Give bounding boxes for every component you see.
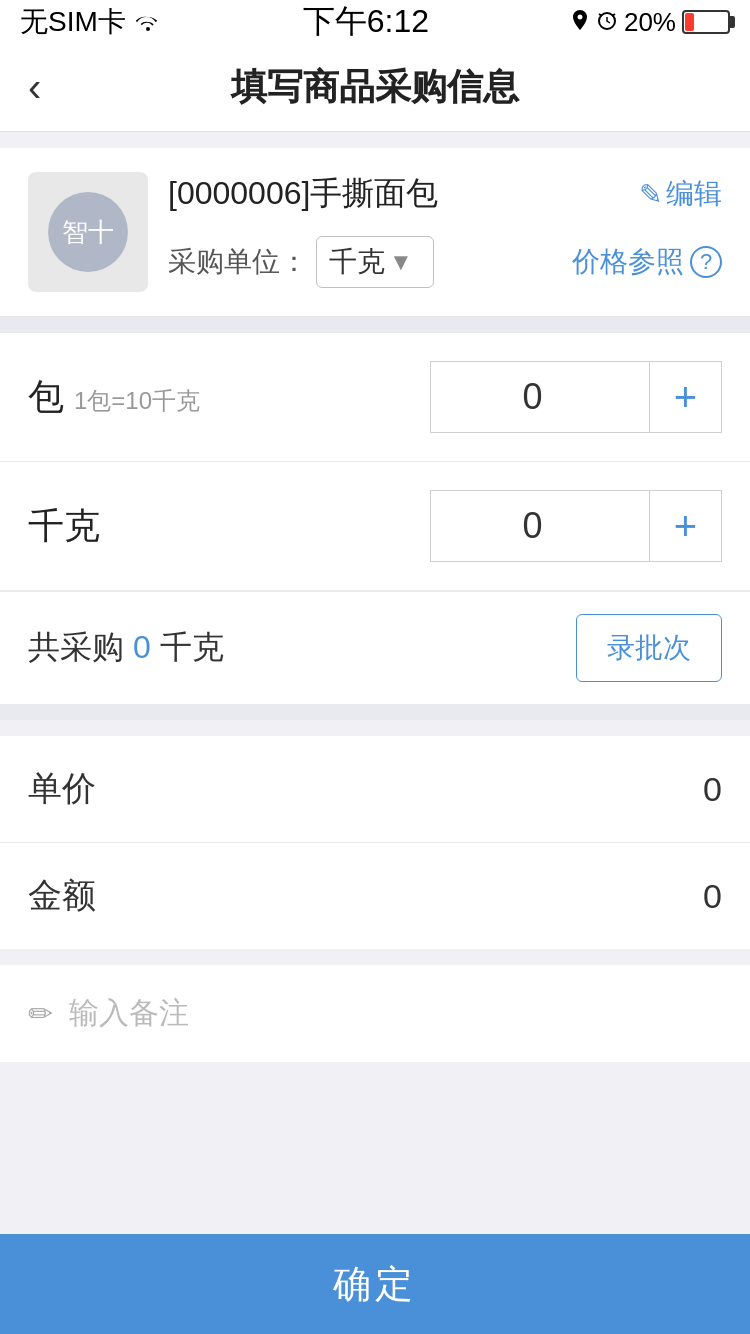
total-text: 共采购 0 千克: [28, 626, 224, 670]
qty-right-1: +: [430, 490, 722, 562]
page-title: 填写商品采购信息: [231, 63, 519, 112]
total-row: 共采购 0 千克 录批次: [0, 591, 750, 704]
status-left: 无SIM卡: [20, 3, 162, 41]
price-label: 单价: [28, 766, 96, 812]
unit-select-dropdown[interactable]: 千克 ▼: [316, 236, 434, 288]
separator-2: [0, 704, 750, 720]
nav-bar: ‹ 填写商品采购信息: [0, 44, 750, 132]
record-batch-button[interactable]: 录批次: [576, 614, 722, 682]
qty-plus-1[interactable]: +: [650, 490, 722, 562]
product-name: [0000006]手撕面包: [168, 172, 438, 216]
price-section: 单价 0 金额 0: [0, 736, 750, 949]
wifi-icon: [134, 6, 162, 38]
edit-icon: ✎: [639, 178, 662, 211]
qty-input-1[interactable]: [430, 490, 650, 562]
battery-pct: 20%: [624, 7, 676, 38]
total-value: 0: [133, 629, 151, 665]
price-value: 0: [703, 770, 722, 809]
status-bar: 无SIM卡 下午6:12 20%: [0, 0, 750, 44]
qty-label-1: 千克: [28, 502, 100, 551]
back-button[interactable]: ‹: [28, 65, 41, 110]
note-placeholder: 输入备注: [69, 993, 189, 1034]
qty-right-0: +: [430, 361, 722, 433]
qty-unit-1: 千克: [28, 502, 100, 551]
logo-text: 智十: [62, 215, 114, 250]
product-card: 智十 [0000006]手撕面包 ✎ 编辑 采购单位： 千克 ▼ 价格参照 ?: [0, 148, 750, 317]
qty-label-0: 包 1包=10千克: [28, 373, 200, 422]
amount-value: 0: [703, 877, 722, 916]
price-ref-label: 价格参照: [572, 243, 684, 281]
note-section[interactable]: ✏ 输入备注: [0, 965, 750, 1062]
dropdown-arrow-icon: ▼: [389, 248, 413, 276]
amount-row: 金额 0: [0, 843, 750, 949]
alarm-icon: [596, 7, 618, 38]
product-info: [0000006]手撕面包 ✎ 编辑 采购单位： 千克 ▼ 价格参照 ?: [168, 172, 722, 288]
battery-icon: [682, 10, 730, 34]
amount-label: 金额: [28, 873, 96, 919]
note-pencil-icon: ✏: [28, 996, 53, 1031]
confirm-button[interactable]: 确定: [0, 1234, 750, 1334]
separator-1: [0, 317, 750, 333]
status-time: 下午6:12: [303, 0, 429, 44]
qty-row-0: 包 1包=10千克 +: [0, 333, 750, 462]
qty-plus-0[interactable]: +: [650, 361, 722, 433]
unit-value: 千克: [329, 243, 385, 281]
help-icon: ?: [690, 246, 722, 278]
unit-row: 采购单位： 千克 ▼ 价格参照 ?: [168, 236, 722, 288]
qty-input-0[interactable]: [430, 361, 650, 433]
qty-sub-0: 1包=10千克: [74, 385, 200, 417]
carrier-text: 无SIM卡: [20, 3, 126, 41]
status-right: 20%: [570, 7, 730, 38]
product-logo: 智十: [48, 192, 128, 272]
qty-row-1: 千克 +: [0, 462, 750, 591]
quantity-section: 包 1包=10千克 + 千克 +: [0, 333, 750, 591]
price-row-0: 单价 0: [0, 736, 750, 843]
unit-label: 采购单位：: [168, 243, 308, 281]
product-image: 智十: [28, 172, 148, 292]
edit-button[interactable]: ✎ 编辑: [639, 175, 722, 213]
price-ref-button[interactable]: 价格参照 ?: [572, 243, 722, 281]
location-icon: [570, 7, 590, 38]
edit-label: 编辑: [666, 175, 722, 213]
product-name-row: [0000006]手撕面包 ✎ 编辑: [168, 172, 722, 216]
qty-unit-0: 包: [28, 373, 64, 422]
